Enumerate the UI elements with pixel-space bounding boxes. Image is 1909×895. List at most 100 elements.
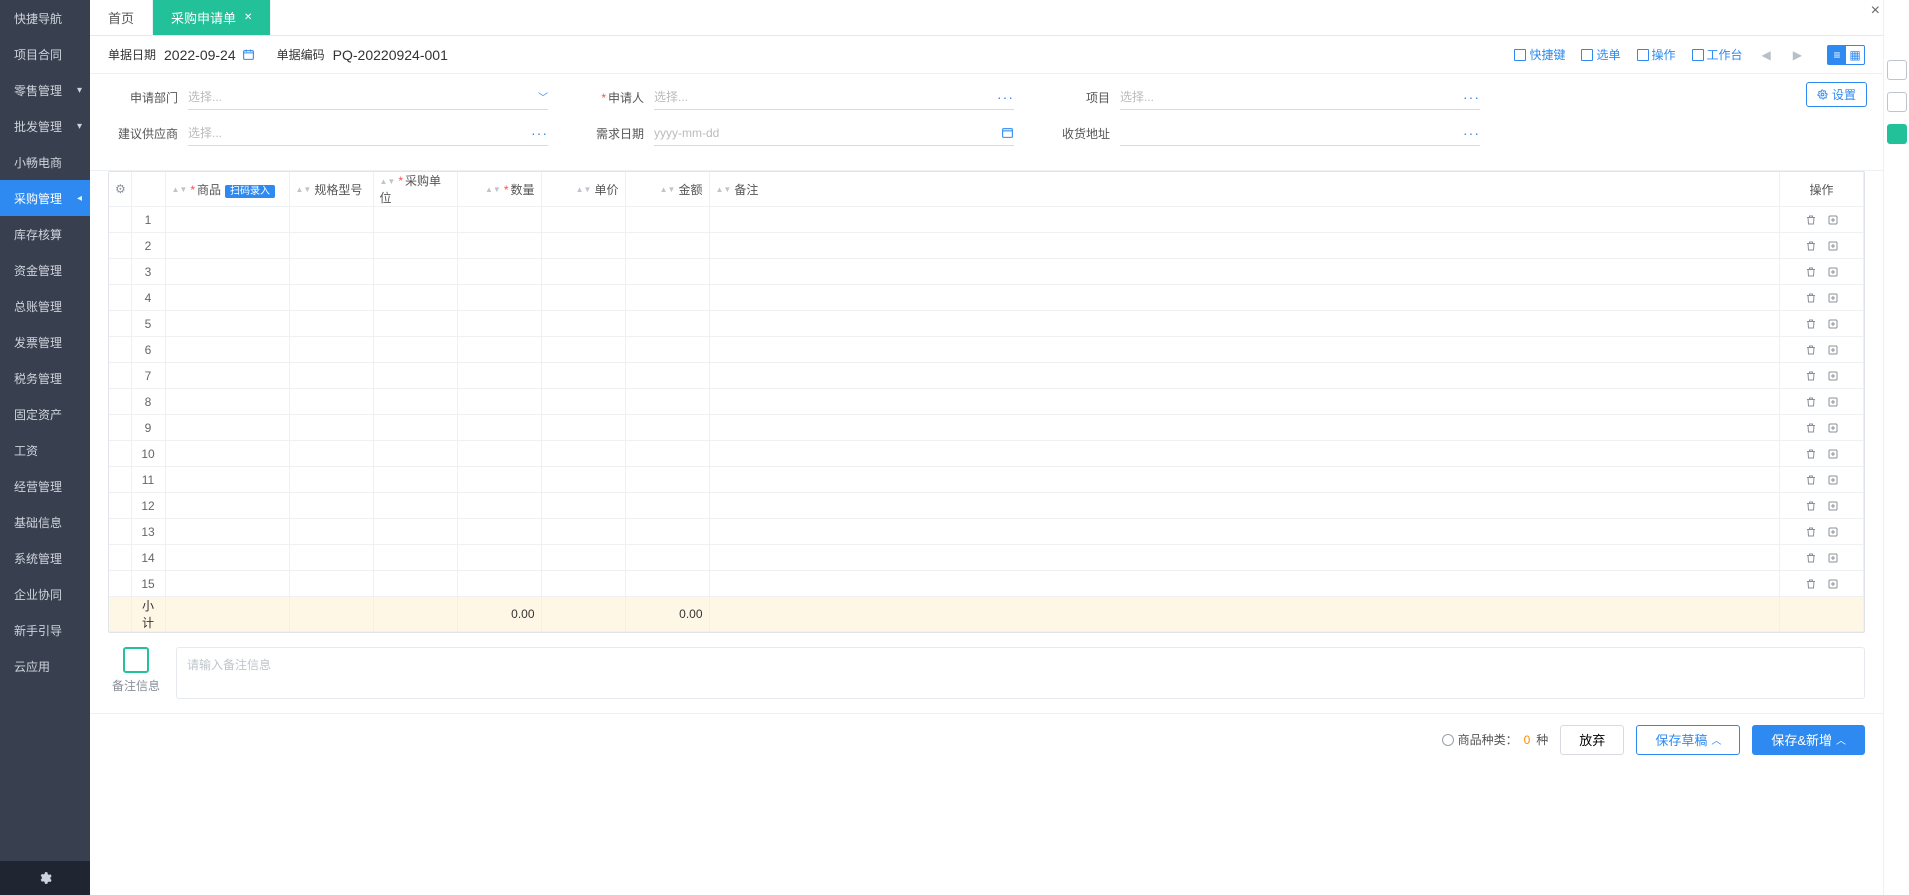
sidebar-item-14[interactable]: 基础信息 — [0, 504, 90, 540]
table-row[interactable]: 8 — [109, 389, 1864, 415]
sidebar-item-12[interactable]: 工资 — [0, 432, 90, 468]
applicant-select[interactable]: 选择...··· — [654, 84, 1014, 110]
rail-expand-icon[interactable] — [1887, 124, 1907, 144]
add-icon[interactable] — [1827, 500, 1839, 512]
delete-icon[interactable] — [1805, 318, 1817, 330]
link-shortcut[interactable]: 快捷键 — [1514, 46, 1565, 63]
add-icon[interactable] — [1827, 214, 1839, 226]
table-row[interactable]: 12 — [109, 493, 1864, 519]
dept-select[interactable]: 选择...﹀ — [188, 84, 548, 110]
close-icon[interactable]: × — [1871, 2, 1880, 20]
add-icon[interactable] — [1827, 474, 1839, 486]
col-unit[interactable]: ▲▼*采购单位 — [373, 172, 457, 207]
table-row[interactable]: 9 — [109, 415, 1864, 441]
add-icon[interactable] — [1827, 266, 1839, 278]
sidebar-item-2[interactable]: 零售管理▾ — [0, 72, 90, 108]
sidebar-item-7[interactable]: 资金管理 — [0, 252, 90, 288]
nav-prev-icon[interactable]: ◀ — [1759, 48, 1774, 62]
table-row[interactable]: 13 — [109, 519, 1864, 545]
delete-icon[interactable] — [1805, 214, 1817, 226]
col-amount[interactable]: ▲▼金额 — [625, 172, 709, 207]
calendar-icon[interactable] — [242, 48, 255, 61]
remarks-input[interactable] — [176, 647, 1865, 699]
table-row[interactable]: 7 — [109, 363, 1864, 389]
sidebar-item-10[interactable]: 税务管理 — [0, 360, 90, 396]
add-icon[interactable] — [1827, 240, 1839, 252]
delete-icon[interactable] — [1805, 370, 1817, 382]
sidebar-item-16[interactable]: 企业协同 — [0, 576, 90, 612]
link-operate[interactable]: 操作 — [1637, 46, 1676, 63]
project-select[interactable]: 选择...··· — [1120, 84, 1480, 110]
rail-attach-icon[interactable] — [1887, 92, 1907, 112]
add-icon[interactable] — [1827, 344, 1839, 356]
sidebar-item-6[interactable]: 库存核算 — [0, 216, 90, 252]
save-draft-button[interactable]: 保存草稿︿ — [1636, 725, 1740, 755]
grid-settings-icon[interactable]: ⚙ — [109, 172, 131, 207]
addr-input[interactable]: ··· — [1120, 120, 1480, 146]
supplier-select[interactable]: 选择...··· — [188, 120, 548, 146]
close-icon[interactable]: ✕ — [244, 12, 252, 23]
view-list-icon[interactable]: ≡ — [1828, 46, 1846, 64]
add-icon[interactable] — [1827, 552, 1839, 564]
table-row[interactable]: 3 — [109, 259, 1864, 285]
sidebar-item-15[interactable]: 系统管理 — [0, 540, 90, 576]
sidebar-item-4[interactable]: 小畅电商 — [0, 144, 90, 180]
col-product[interactable]: ▲▼*商品扫码录入 — [165, 172, 289, 207]
table-row[interactable]: 5 — [109, 311, 1864, 337]
delete-icon[interactable] — [1805, 526, 1817, 538]
sidebar-item-13[interactable]: 经营管理 — [0, 468, 90, 504]
sidebar-item-8[interactable]: 总账管理 — [0, 288, 90, 324]
add-icon[interactable] — [1827, 292, 1839, 304]
table-row[interactable]: 14 — [109, 545, 1864, 571]
date-value[interactable]: 2022-09-24 — [164, 47, 236, 63]
view-grid-icon[interactable]: ▦ — [1846, 46, 1864, 64]
delete-icon[interactable] — [1805, 448, 1817, 460]
add-icon[interactable] — [1827, 578, 1839, 590]
sidebar-settings[interactable] — [0, 861, 90, 895]
sidebar-item-0[interactable]: 快捷导航 — [0, 0, 90, 36]
sidebar-item-1[interactable]: 项目合同 — [0, 36, 90, 72]
col-spec[interactable]: ▲▼规格型号 — [289, 172, 373, 207]
needdate-input[interactable]: yyyy-mm-dd — [654, 120, 1014, 146]
settings-button[interactable]: 设置 — [1806, 82, 1867, 107]
nav-next-icon[interactable]: ▶ — [1790, 48, 1805, 62]
sidebar-item-17[interactable]: 新手引导 — [0, 612, 90, 648]
table-row[interactable]: 1 — [109, 207, 1864, 233]
delete-icon[interactable] — [1805, 266, 1817, 278]
sidebar-item-9[interactable]: 发票管理 — [0, 324, 90, 360]
save-new-button[interactable]: 保存&新增︿ — [1752, 725, 1865, 755]
delete-icon[interactable] — [1805, 474, 1817, 486]
delete-icon[interactable] — [1805, 500, 1817, 512]
tab-0[interactable]: 首页 — [90, 0, 153, 35]
delete-icon[interactable] — [1805, 552, 1817, 564]
table-row[interactable]: 2 — [109, 233, 1864, 259]
delete-icon[interactable] — [1805, 396, 1817, 408]
delete-icon[interactable] — [1805, 344, 1817, 356]
table-row[interactable]: 10 — [109, 441, 1864, 467]
sidebar-item-3[interactable]: 批发管理▾ — [0, 108, 90, 144]
table-row[interactable]: 15 — [109, 571, 1864, 597]
sidebar-item-11[interactable]: 固定资产 — [0, 396, 90, 432]
col-qty[interactable]: ▲▼*数量 — [457, 172, 541, 207]
link-bill[interactable]: 选单 — [1581, 46, 1620, 63]
delete-icon[interactable] — [1805, 240, 1817, 252]
link-workbench[interactable]: 工作台 — [1692, 46, 1743, 63]
rail-tile-icon[interactable] — [1887, 60, 1907, 80]
table-row[interactable]: 11 — [109, 467, 1864, 493]
add-icon[interactable] — [1827, 318, 1839, 330]
scan-badge[interactable]: 扫码录入 — [225, 185, 275, 198]
add-icon[interactable] — [1827, 422, 1839, 434]
discard-button[interactable]: 放弃 — [1560, 725, 1624, 755]
sidebar-item-18[interactable]: 云应用 — [0, 648, 90, 684]
col-price[interactable]: ▲▼单价 — [541, 172, 625, 207]
table-row[interactable]: 4 — [109, 285, 1864, 311]
col-remark[interactable]: ▲▼备注 — [709, 172, 1780, 207]
add-icon[interactable] — [1827, 526, 1839, 538]
delete-icon[interactable] — [1805, 292, 1817, 304]
delete-icon[interactable] — [1805, 578, 1817, 590]
sidebar-item-5[interactable]: 采购管理◂ — [0, 180, 90, 216]
add-icon[interactable] — [1827, 448, 1839, 460]
add-icon[interactable] — [1827, 396, 1839, 408]
tab-1[interactable]: 采购申请单✕ — [153, 0, 271, 35]
table-row[interactable]: 6 — [109, 337, 1864, 363]
